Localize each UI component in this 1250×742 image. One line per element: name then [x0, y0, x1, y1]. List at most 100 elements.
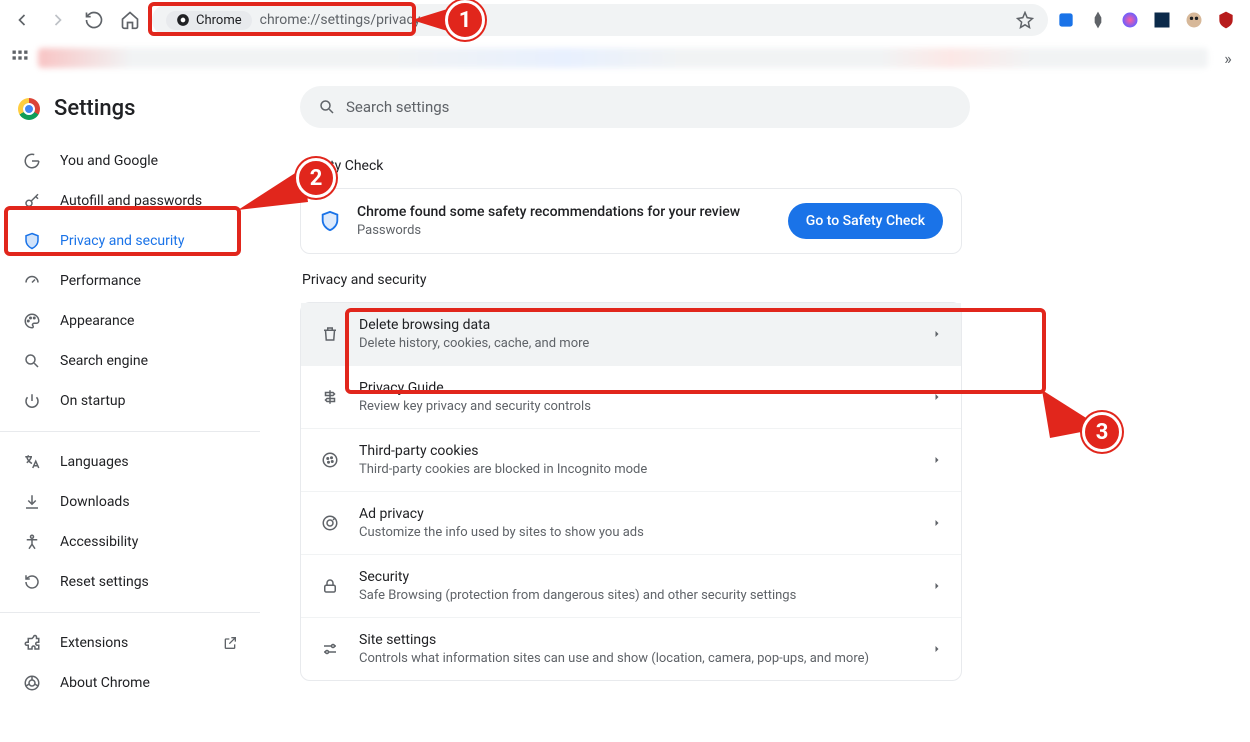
sidebar-item-accessibility[interactable]: Accessibility: [0, 522, 260, 562]
key-icon: [22, 192, 42, 210]
row-sub: Third-party cookies are blocked in Incog…: [359, 462, 913, 477]
sidebar-item-extensions[interactable]: Extensions: [0, 623, 260, 663]
shield-icon: [319, 210, 341, 232]
sidebar-item-label: Performance: [60, 273, 141, 289]
reload-button[interactable]: [80, 6, 108, 34]
row-third-party-cookies[interactable]: Third-party cookies Third-party cookies …: [301, 428, 961, 491]
lock-icon: [319, 577, 341, 595]
settings-sidebar: Settings You and Google Autofill and pas…: [0, 76, 260, 742]
sidebar-separator: [0, 612, 260, 613]
chevron-right-icon: [931, 328, 943, 340]
trash-icon: [319, 325, 341, 343]
ext-icon-2[interactable]: [1088, 10, 1108, 30]
settings-header: Settings: [0, 92, 260, 141]
sidebar-item-autofill[interactable]: Autofill and passwords: [0, 181, 260, 221]
chevron-right-icon: [931, 643, 943, 655]
speedometer-icon: [22, 272, 42, 290]
bookmarks-overflow-icon[interactable]: »: [1216, 49, 1240, 68]
search-settings-input[interactable]: [346, 98, 952, 116]
ads-icon: [319, 514, 341, 532]
sidebar-item-label: Accessibility: [60, 534, 138, 550]
omnibox-chip-label: Chrome: [196, 13, 242, 28]
bookmarks-blurred: [38, 48, 1208, 68]
omnibox-origin-chip: Chrome: [166, 11, 252, 30]
sidebar-item-performance[interactable]: Performance: [0, 261, 260, 301]
extensions-tray: [1056, 10, 1242, 30]
row-privacy-guide[interactable]: Privacy Guide Review key privacy and sec…: [301, 365, 961, 428]
ext-icon-6[interactable]: [1216, 10, 1236, 30]
ext-icon-3[interactable]: [1120, 10, 1140, 30]
settings-title: Settings: [54, 96, 135, 121]
sidebar-item-label: Appearance: [60, 313, 134, 329]
row-ad-privacy[interactable]: Ad privacy Customize the info used by si…: [301, 491, 961, 554]
sidebar-item-appearance[interactable]: Appearance: [0, 301, 260, 341]
shield-icon: [22, 232, 42, 250]
privacy-security-card: Delete browsing data Delete history, coo…: [300, 302, 962, 681]
translate-icon: [22, 453, 42, 471]
safety-check-card: Chrome found some safety recommendations…: [300, 188, 962, 254]
sidebar-item-label: Downloads: [60, 494, 130, 510]
row-delete-browsing-data[interactable]: Delete browsing data Delete history, coo…: [301, 303, 961, 365]
sidebar-item-label: Privacy and security: [60, 233, 184, 249]
ext-icon-1[interactable]: [1056, 10, 1076, 30]
sidebar-item-privacy-security[interactable]: Privacy and security: [0, 221, 260, 261]
chrome-logo-icon: [18, 98, 40, 120]
chevron-right-icon: [931, 454, 943, 466]
row-security[interactable]: Security Safe Browsing (protection from …: [301, 554, 961, 617]
sidebar-item-you-and-google[interactable]: You and Google: [0, 141, 260, 181]
palette-icon: [22, 312, 42, 330]
sidebar-item-label: Autofill and passwords: [60, 193, 202, 209]
sidebar-item-reset[interactable]: Reset settings: [0, 562, 260, 602]
ext-icon-5[interactable]: [1184, 10, 1204, 30]
row-title: Security: [359, 569, 913, 585]
forward-button[interactable]: [44, 6, 72, 34]
ext-icon-4[interactable]: [1152, 10, 1172, 30]
row-sub: Controls what information sites can use …: [359, 651, 913, 666]
google-g-icon: [22, 152, 42, 170]
row-title: Site settings: [359, 632, 913, 648]
bookmark-star-icon[interactable]: [1016, 11, 1034, 29]
chevron-right-icon: [931, 391, 943, 403]
home-button[interactable]: [116, 6, 144, 34]
row-title: Delete browsing data: [359, 317, 913, 333]
sidebar-item-label: Search engine: [60, 353, 148, 369]
sidebar-item-search-engine[interactable]: Search engine: [0, 341, 260, 381]
external-link-icon: [222, 635, 238, 651]
download-icon: [22, 493, 42, 511]
settings-main: Safety Check Chrome found some safety re…: [260, 76, 1250, 742]
puzzle-icon: [22, 634, 42, 652]
back-button[interactable]: [8, 6, 36, 34]
sidebar-item-label: Extensions: [60, 635, 128, 651]
row-sub: Customize the info used by sites to show…: [359, 525, 913, 540]
omnibox[interactable]: Chrome chrome://settings/privacy: [152, 4, 1048, 36]
row-sub: Safe Browsing (protection from dangerous…: [359, 588, 913, 603]
browser-toolbar: Chrome chrome://settings/privacy: [0, 0, 1250, 40]
bookmarks-bar: »: [0, 40, 1250, 76]
omnibox-url: chrome://settings/privacy: [260, 12, 421, 28]
signpost-icon: [319, 388, 341, 406]
apps-icon[interactable]: [10, 48, 30, 68]
sidebar-item-downloads[interactable]: Downloads: [0, 482, 260, 522]
safety-title: Chrome found some safety recommendations…: [357, 204, 772, 220]
reset-icon: [22, 573, 42, 591]
sidebar-item-about[interactable]: About Chrome: [0, 663, 260, 703]
chevron-right-icon: [931, 580, 943, 592]
cookie-icon: [319, 451, 341, 469]
sidebar-item-label: On startup: [60, 393, 126, 409]
sidebar-separator: [0, 431, 260, 432]
accessibility-icon: [22, 533, 42, 551]
privacy-security-heading: Privacy and security: [302, 272, 1210, 288]
sidebar-item-label: You and Google: [60, 153, 158, 169]
row-site-settings[interactable]: Site settings Controls what information …: [301, 617, 961, 680]
sliders-icon: [319, 640, 341, 658]
sidebar-item-languages[interactable]: Languages: [0, 442, 260, 482]
go-to-safety-check-button[interactable]: Go to Safety Check: [788, 203, 943, 239]
row-title: Ad privacy: [359, 506, 913, 522]
safety-sub: Passwords: [357, 223, 772, 238]
row-sub: Delete history, cookies, cache, and more: [359, 336, 913, 351]
chevron-right-icon: [931, 517, 943, 529]
sidebar-item-on-startup[interactable]: On startup: [0, 381, 260, 421]
sidebar-item-label: Reset settings: [60, 574, 149, 590]
search-settings[interactable]: [300, 86, 970, 128]
safety-check-heading: Safety Check: [302, 158, 1210, 174]
